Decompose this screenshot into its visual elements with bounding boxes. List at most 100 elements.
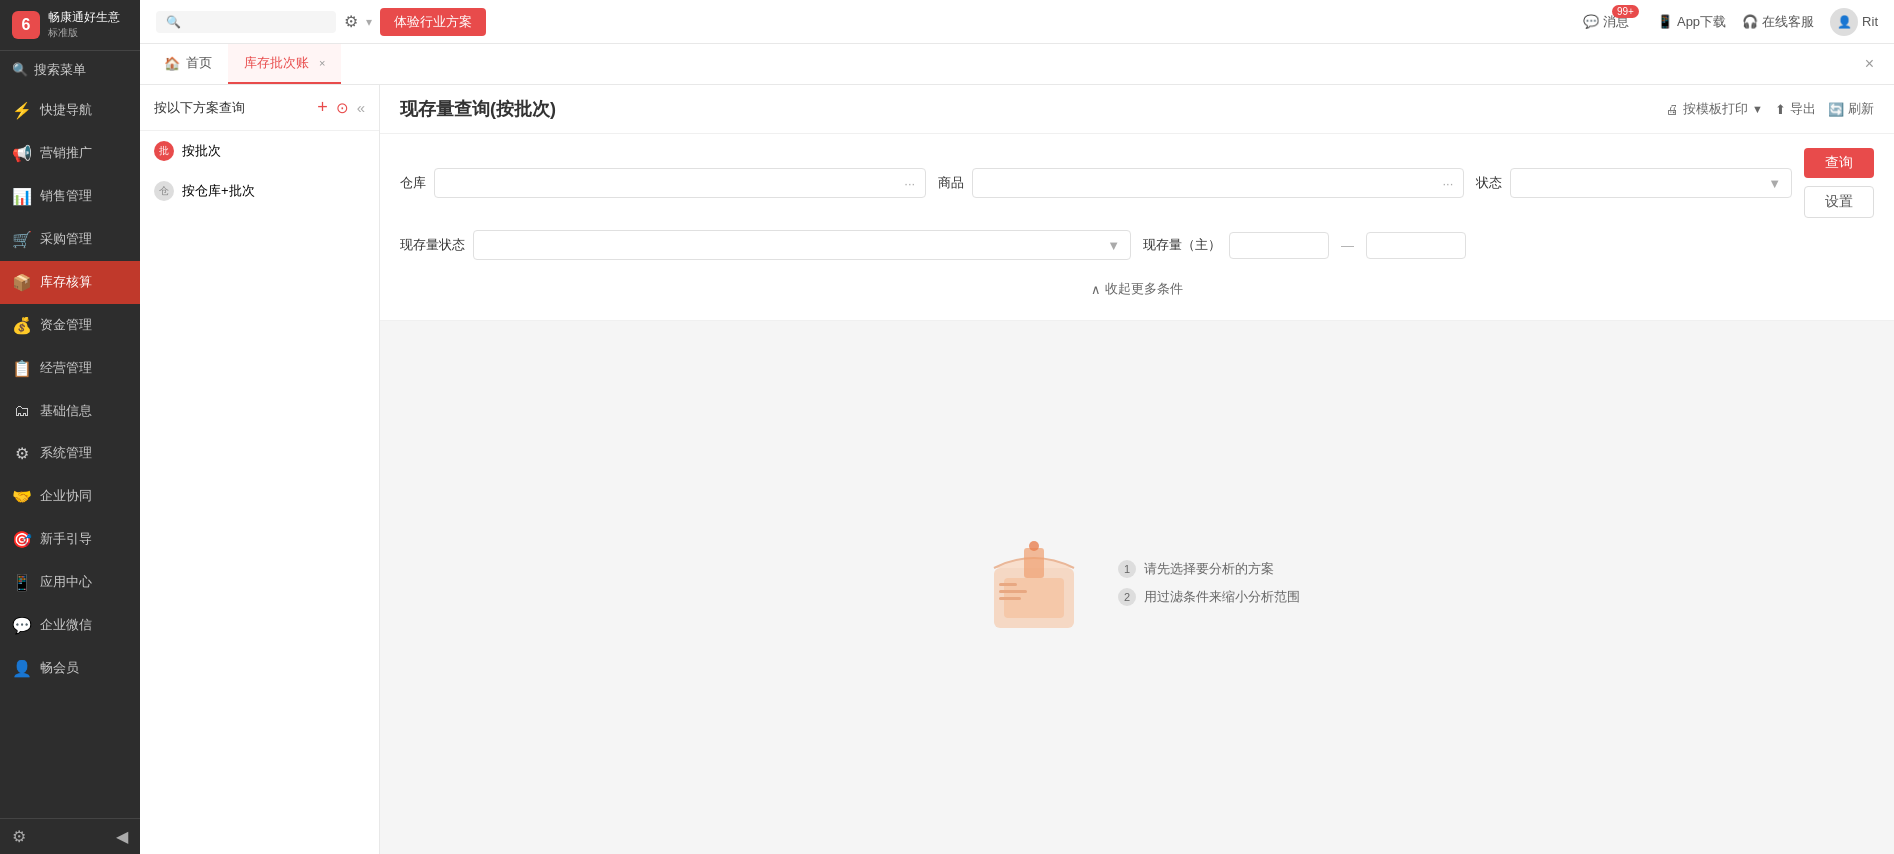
- refresh-label: 刷新: [1848, 100, 1874, 118]
- stock-qty-from-input[interactable]: [1229, 232, 1329, 259]
- collapse-panel-icon[interactable]: «: [357, 99, 365, 116]
- topbar-dropdown-icon[interactable]: ▾: [366, 15, 372, 29]
- print-action[interactable]: 🖨 按模板打印 ▼: [1666, 100, 1763, 118]
- status-filter: 状态 ▼: [1476, 168, 1792, 198]
- stock-status-label: 现存量状态: [400, 236, 465, 254]
- operation-icon: 📋: [12, 359, 32, 378]
- warehouse-input[interactable]: ···: [434, 168, 926, 198]
- sidebar-item-basic[interactable]: 🗂 基础信息: [0, 390, 140, 432]
- sidebar-item-marketing[interactable]: 📢 营销推广: [0, 132, 140, 175]
- empty-state: 1 请先选择要分析的方案 2 用过滤条件来缩小分析范围: [380, 321, 1894, 854]
- tab-home-label: 首页: [186, 54, 212, 72]
- stock-qty-to-input[interactable]: [1366, 232, 1466, 259]
- trial-btn[interactable]: 体验行业方案: [380, 8, 486, 36]
- member-icon: 👤: [12, 659, 32, 678]
- system-icon: ⚙: [12, 444, 32, 463]
- sidebar-item-sales[interactable]: 📊 销售管理: [0, 175, 140, 218]
- sidebar-item-enterprise-wechat[interactable]: 💬 企业微信: [0, 604, 140, 647]
- messages-item[interactable]: 💬 消息 99+: [1583, 13, 1629, 31]
- sidebar-item-quick-nav[interactable]: ⚡ 快捷导航: [0, 89, 140, 132]
- purchase-icon: 🛒: [12, 230, 32, 249]
- tab-close-icon[interactable]: ×: [319, 57, 325, 69]
- app-download-label: App下载: [1677, 13, 1726, 31]
- tabsbar: 🏠 首页 库存批次账 × ×: [140, 44, 1894, 85]
- empty-tip-2: 2 用过滤条件来缩小分析范围: [1118, 588, 1300, 606]
- query-button[interactable]: 查询: [1804, 148, 1874, 178]
- inventory-icon: 📦: [12, 273, 32, 292]
- status-arrow-icon: ▼: [1768, 176, 1781, 191]
- warehouse-filter-label: 仓库: [400, 174, 426, 192]
- tip-2-text: 用过滤条件来缩小分析范围: [1144, 588, 1300, 606]
- scheme-settings-icon[interactable]: ⊙: [336, 99, 349, 117]
- sidebar-item-operation[interactable]: 📋 经营管理: [0, 347, 140, 390]
- sidebar-search[interactable]: 🔍 搜索菜单: [0, 51, 140, 89]
- refresh-icon: 🔄: [1828, 102, 1844, 117]
- svg-rect-6: [999, 597, 1021, 600]
- scheme-warehouse-batch[interactable]: 仓 按仓库+批次: [140, 171, 379, 211]
- sidebar-label-guide: 新手引导: [40, 530, 92, 548]
- product-input-dots[interactable]: ···: [1442, 176, 1453, 191]
- sidebar-item-inventory[interactable]: 📦 库存核算: [0, 261, 140, 304]
- online-service-item[interactable]: 🎧 在线客服: [1742, 13, 1814, 31]
- sidebar-item-enterprise[interactable]: 🤝 企业协同: [0, 475, 140, 518]
- left-panel-header: 按以下方案查询 + ⊙ «: [140, 85, 379, 131]
- sidebar-item-system[interactable]: ⚙ 系统管理: [0, 432, 140, 475]
- refresh-action[interactable]: 🔄 刷新: [1828, 100, 1874, 118]
- status-select[interactable]: ▼: [1510, 168, 1792, 198]
- sidebar-logo: 6 畅康通好生意 标准版: [0, 0, 140, 51]
- sidebar-scroll: ⚡ 快捷导航 📢 营销推广 📊 销售管理 🛒 采购管理 📦 库存核算 💰 资金管…: [0, 89, 140, 818]
- collapse-sidebar-icon[interactable]: ◀: [116, 827, 128, 846]
- filter-area: 仓库 ··· 商品 ··· 状态 ▼: [380, 134, 1894, 321]
- product-input[interactable]: ···: [972, 168, 1464, 198]
- online-service-label: 在线客服: [1762, 13, 1814, 31]
- scheme-warehouse-batch-icon: 仓: [154, 181, 174, 201]
- app-download-item[interactable]: 📱 App下载: [1657, 13, 1726, 31]
- sidebar-label-marketing: 营销推广: [40, 144, 92, 162]
- sidebar-item-purchase[interactable]: 🛒 采购管理: [0, 218, 140, 261]
- left-panel-actions: + ⊙ «: [317, 97, 365, 118]
- warehouse-input-dots[interactable]: ···: [904, 176, 915, 191]
- empty-tip-1: 1 请先选择要分析的方案: [1118, 560, 1300, 578]
- settings-button[interactable]: 设置: [1804, 186, 1874, 218]
- sidebar-item-guide[interactable]: 🎯 新手引导: [0, 518, 140, 561]
- messages-badge: 99+: [1612, 5, 1639, 18]
- logo-name: 畅康通好生意: [48, 10, 120, 26]
- warehouse-filter: 仓库 ···: [400, 168, 926, 198]
- sidebar-label-operation: 经营管理: [40, 359, 92, 377]
- tab-inventory-batch[interactable]: 库存批次账 ×: [228, 44, 341, 84]
- page-header: 现存量查询(按批次) 🖨 按模板打印 ▼ ⬆ 导出 🔄 刷新: [380, 85, 1894, 134]
- print-label: 按模板打印: [1683, 100, 1748, 118]
- user-item[interactable]: 👤 Rit: [1830, 8, 1878, 36]
- enterprise-wechat-icon: 💬: [12, 616, 32, 635]
- topbar-search-icon: 🔍: [166, 15, 181, 29]
- scheme-batch-label: 按批次: [182, 142, 221, 160]
- collapse-icon: ∧: [1091, 282, 1101, 297]
- stock-qty-label: 现存量（主）: [1143, 236, 1221, 254]
- tab-home[interactable]: 🏠 首页: [148, 44, 228, 84]
- scheme-warehouse-batch-label: 按仓库+批次: [182, 182, 255, 200]
- left-panel-title: 按以下方案查询: [154, 99, 245, 117]
- export-action[interactable]: ⬆ 导出: [1775, 100, 1816, 118]
- sidebar-item-app-center[interactable]: 📱 应用中心: [0, 561, 140, 604]
- scheme-batch[interactable]: 批 按批次: [140, 131, 379, 171]
- topbar-right: 💬 消息 99+ 📱 App下载 🎧 在线客服 👤 Rit: [1583, 8, 1878, 36]
- panel-close-btn[interactable]: ×: [1853, 55, 1886, 73]
- settings-bottom-icon[interactable]: ⚙: [12, 827, 26, 846]
- add-scheme-icon[interactable]: +: [317, 97, 328, 118]
- product-filter-label: 商品: [938, 174, 964, 192]
- sidebar: 6 畅康通好生意 标准版 🔍 搜索菜单 ⚡ 快捷导航 📢 营销推广 📊 销售管理…: [0, 0, 140, 854]
- content-area: 按以下方案查询 + ⊙ « 批 按批次 仓 按仓库+批次 现存量查询(按批次): [140, 85, 1894, 854]
- topbar-gear-icon[interactable]: ⚙: [344, 12, 358, 31]
- sidebar-label-inventory: 库存核算: [40, 273, 92, 291]
- print-icon: 🖨: [1666, 102, 1679, 117]
- stock-status-select[interactable]: ▼: [473, 230, 1131, 260]
- print-arrow-icon[interactable]: ▼: [1752, 103, 1763, 115]
- tip-2-num: 2: [1118, 588, 1136, 606]
- collapse-filter-row[interactable]: ∧ 收起更多条件: [400, 272, 1874, 306]
- sidebar-item-finance[interactable]: 💰 资金管理: [0, 304, 140, 347]
- export-label: 导出: [1790, 100, 1816, 118]
- left-panel: 按以下方案查询 + ⊙ « 批 按批次 仓 按仓库+批次: [140, 85, 380, 854]
- topbar-search-box[interactable]: 🔍: [156, 11, 336, 33]
- sidebar-item-member[interactable]: 👤 畅会员: [0, 647, 140, 690]
- sales-icon: 📊: [12, 187, 32, 206]
